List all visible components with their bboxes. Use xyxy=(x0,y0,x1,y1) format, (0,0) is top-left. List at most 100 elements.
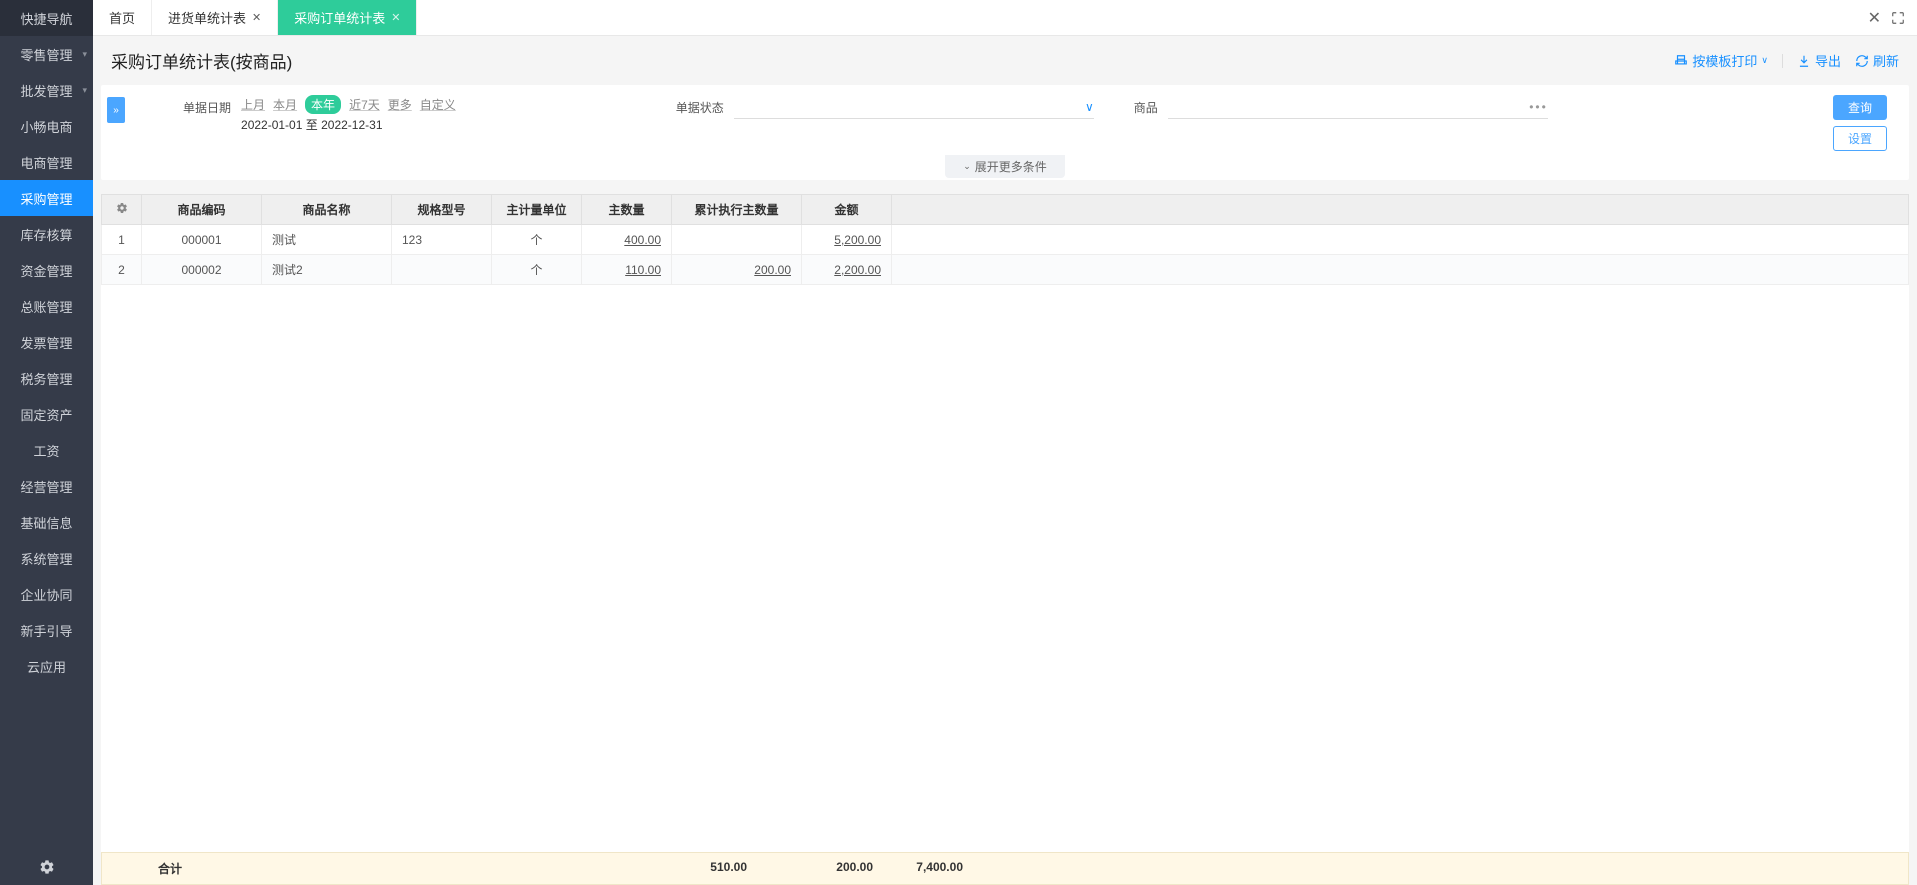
th-code[interactable]: 商品编码 xyxy=(142,195,262,225)
query-button[interactable]: 查询 xyxy=(1833,95,1887,120)
total-filler xyxy=(973,853,1908,884)
sidebar-item-wholesale[interactable]: 批发管理 ▾ xyxy=(0,72,93,108)
date-from: 2022-01-01 xyxy=(241,118,302,132)
sidebar-item-purchase[interactable]: 采购管理 xyxy=(0,180,93,216)
sidebar-item-label: 电商管理 xyxy=(20,153,72,172)
more-icon: ••• xyxy=(1529,100,1548,114)
sidebar-item-label: 经营管理 xyxy=(20,477,72,496)
sidebar-item-quicknav[interactable]: 快捷导航 xyxy=(0,0,93,36)
th-unit[interactable]: 主计量单位 xyxy=(492,195,582,225)
table-row[interactable]: 2 000002 测试2 个 110.00 200.00 2,200.00 xyxy=(102,255,1909,285)
close-icon[interactable]: ✕ xyxy=(391,11,400,24)
table-settings-header[interactable] xyxy=(102,195,142,225)
refresh-button[interactable]: 刷新 xyxy=(1855,51,1899,70)
th-filler xyxy=(892,195,1909,225)
sidebar-item-tax[interactable]: 税务管理 xyxy=(0,360,93,396)
chevron-down-icon: ∨ xyxy=(1761,55,1768,66)
export-button[interactable]: 导出 xyxy=(1797,51,1841,70)
filter-product-input[interactable]: ••• xyxy=(1168,95,1548,119)
tab-label: 进货单统计表 xyxy=(168,8,246,27)
total-row: 合计 510.00 200.00 7,400.00 xyxy=(101,852,1909,885)
table-header-row: 商品编码 商品名称 规格型号 主计量单位 主数量 累计执行主数量 金额 xyxy=(102,195,1909,225)
filter-panel: » 单据日期 上月 本月 本年 近7天 更多 自定义 xyxy=(101,85,1909,180)
filter-status-group: 单据状态 ∨ xyxy=(676,95,1094,119)
close-all-tabs-button[interactable]: ✕ xyxy=(1868,8,1881,28)
page-header: 采购订单统计表(按商品) 按模板打印 ∨ 导出 xyxy=(93,36,1917,85)
sidebar-item-label: 批发管理 xyxy=(20,81,72,100)
export-icon xyxy=(1797,54,1811,68)
settings-button[interactable] xyxy=(0,849,93,885)
close-icon[interactable]: ✕ xyxy=(252,11,261,24)
header-actions: 按模板打印 ∨ 导出 刷新 xyxy=(1674,51,1899,70)
tab-purchase-order-stats[interactable]: 采购订单统计表✕ xyxy=(278,0,417,35)
sidebar: 快捷导航 零售管理 ▾ 批发管理 ▾ 小畅电商 电商管理 采购管理 库存核算 资金管… xyxy=(0,0,93,885)
chevron-down-icon: ⌄ xyxy=(963,161,971,172)
total-unit xyxy=(579,853,667,884)
sidebar-item-label: 新手引导 xyxy=(20,621,72,640)
filter-status-label: 单据状态 xyxy=(676,95,724,116)
tab-receipt-stats[interactable]: 进货单统计表 ✕ xyxy=(152,0,278,35)
sidebar-item-label: 零售管理 xyxy=(20,45,72,64)
sidebar-item-ecommerce[interactable]: 电商管理 xyxy=(0,144,93,180)
th-cumqty[interactable]: 累计执行主数量 xyxy=(672,195,802,225)
expand-filters-button[interactable]: ⌄ 展开更多条件 xyxy=(945,155,1065,178)
date-shortcut-thismonth[interactable]: 本月 xyxy=(273,96,297,113)
tabs-bar: 首页 进货单统计表 ✕ 采购订单统计表✕ ✕ xyxy=(93,0,1917,36)
sidebar-item-label: 资金管理 xyxy=(20,261,72,280)
sidebar-item-retail[interactable]: 零售管理 ▾ xyxy=(0,36,93,72)
cell-amount[interactable]: 5,200.00 xyxy=(802,225,892,255)
sidebar-item-invoice[interactable]: 发票管理 xyxy=(0,324,93,360)
cell-qty[interactable]: 400.00 xyxy=(582,225,672,255)
filter-product-group: 商品 ••• xyxy=(1134,95,1548,119)
page-title: 采购订单统计表(按商品) xyxy=(111,48,292,73)
settings-filter-button[interactable]: 设置 xyxy=(1833,126,1887,151)
filter-status-select[interactable]: ∨ xyxy=(734,95,1094,119)
tab-home[interactable]: 首页 xyxy=(93,0,152,35)
total-qty: 510.00 xyxy=(667,853,757,884)
sidebar-item-system[interactable]: 系统管理 xyxy=(0,540,93,576)
total-amount: 7,400.00 xyxy=(883,853,973,884)
date-shortcut-custom[interactable]: 自定义 xyxy=(420,96,456,113)
sidebar-item-label: 发票管理 xyxy=(20,333,72,352)
fullscreen-button[interactable] xyxy=(1891,11,1905,25)
date-shortcut-thisyear[interactable]: 本年 xyxy=(305,95,341,114)
sidebar-item-inventory[interactable]: 库存核算 xyxy=(0,216,93,252)
refresh-icon xyxy=(1855,54,1869,68)
total-cumqty: 200.00 xyxy=(757,853,883,884)
sidebar-item-payroll[interactable]: 工资 xyxy=(0,432,93,468)
sidebar-item-cloudapp[interactable]: 云应用 xyxy=(0,648,93,684)
cell-filler xyxy=(892,255,1909,285)
th-amount[interactable]: 金额 xyxy=(802,195,892,225)
sidebar-item-funds[interactable]: 资金管理 xyxy=(0,252,93,288)
cell-unit: 个 xyxy=(492,225,582,255)
total-label: 合计 xyxy=(144,853,229,884)
sidebar-item-business[interactable]: 经营管理 xyxy=(0,468,93,504)
total-code xyxy=(229,853,359,884)
total-idx xyxy=(102,853,144,884)
th-qty[interactable]: 主数量 xyxy=(582,195,672,225)
sidebar-item-guide[interactable]: 新手引导 xyxy=(0,612,93,648)
sidebar-item-label: 税务管理 xyxy=(20,369,72,388)
sidebar-item-ledger[interactable]: 总账管理 xyxy=(0,288,93,324)
th-name[interactable]: 商品名称 xyxy=(262,195,392,225)
export-label: 导出 xyxy=(1815,51,1841,70)
date-shortcut-recent7[interactable]: 近7天 xyxy=(349,96,380,113)
date-shortcut-lastmonth[interactable]: 上月 xyxy=(241,96,265,113)
cell-cumqty[interactable]: 200.00 xyxy=(672,255,802,285)
cell-spec: 123 xyxy=(392,225,492,255)
date-shortcut-more[interactable]: 更多 xyxy=(388,96,412,113)
sidebar-item-basicinfo[interactable]: 基础信息 xyxy=(0,504,93,540)
sidebar-item-coop[interactable]: 企业协同 xyxy=(0,576,93,612)
table-row[interactable]: 1 000001 测试 123 个 400.00 5,200.00 xyxy=(102,225,1909,255)
chevron-down-icon: ▾ xyxy=(82,49,87,60)
sidebar-item-fixedasset[interactable]: 固定资产 xyxy=(0,396,93,432)
cell-name: 测试2 xyxy=(262,255,392,285)
data-table: 商品编码 商品名称 规格型号 主计量单位 主数量 累计执行主数量 金额 1 xyxy=(101,194,1909,285)
chevron-down-icon: ▾ xyxy=(82,85,87,96)
cell-qty[interactable]: 110.00 xyxy=(582,255,672,285)
sidebar-item-xiaochang[interactable]: 小畅电商 xyxy=(0,108,93,144)
th-spec[interactable]: 规格型号 xyxy=(392,195,492,225)
cell-amount[interactable]: 2,200.00 xyxy=(802,255,892,285)
print-button[interactable]: 按模板打印 ∨ xyxy=(1674,51,1768,70)
filter-collapse-button[interactable]: » xyxy=(107,97,125,123)
